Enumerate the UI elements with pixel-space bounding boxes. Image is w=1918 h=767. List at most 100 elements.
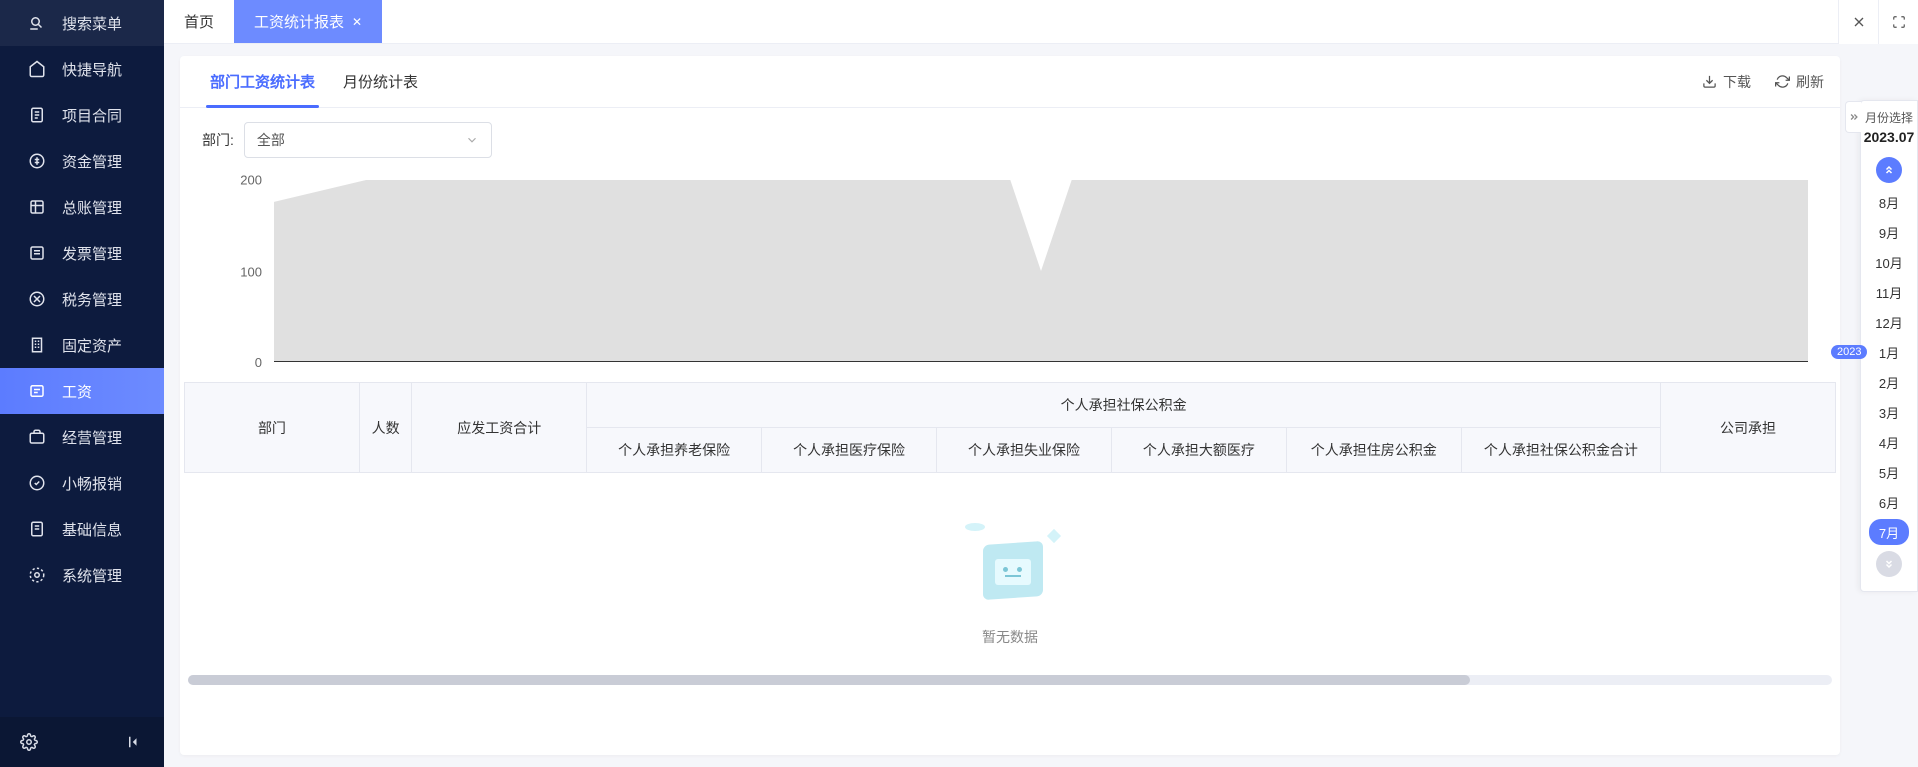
col-count: 人数 <box>359 383 411 473</box>
inner-tab-0[interactable]: 部门工资统计表 <box>196 56 329 108</box>
sidebar-item-11[interactable]: 基础信息 <box>0 506 164 552</box>
salary-icon <box>26 380 48 402</box>
col-group-personal: 个人承担社保公积金 <box>587 383 1661 428</box>
reimburse-icon <box>26 472 48 494</box>
month-option-5月[interactable]: 5月 <box>1869 459 1909 485</box>
sidebar-item-label: 税务管理 <box>62 289 122 310</box>
sidebar-items: 搜索菜单快捷导航项目合同资金管理总账管理发票管理税务管理固定资产工资经营管理小畅… <box>0 0 164 717</box>
sidebar-item-7[interactable]: 固定资产 <box>0 322 164 368</box>
filter-row: 部门: 全部 <box>180 108 1840 172</box>
scrollbar-thumb[interactable] <box>188 675 1470 685</box>
col-group-5: 个人承担社保公积金合计 <box>1461 428 1660 473</box>
sidebar-item-label: 小畅报销 <box>62 473 122 494</box>
col-group-2: 个人承担失业保险 <box>937 428 1112 473</box>
month-panel-selected: 2023.07 <box>1864 129 1915 145</box>
chart-plot <box>274 172 1808 372</box>
col-dept: 部门 <box>185 383 360 473</box>
search-list-icon <box>26 12 48 34</box>
sidebar-item-12[interactable]: 系统管理 <box>0 552 164 598</box>
sidebar-item-3[interactable]: 资金管理 <box>0 138 164 184</box>
chart-baseline <box>274 361 1808 362</box>
horizontal-scrollbar[interactable] <box>188 675 1832 685</box>
month-panel: 月份选择 2023.07 8月 9月 10月 11月 12月 1月2023 2月 3月 4月 5月… <box>1860 100 1918 592</box>
sidebar-item-label: 固定资产 <box>62 335 122 356</box>
tax-icon <box>26 288 48 310</box>
sidebar-item-6[interactable]: 税务管理 <box>0 276 164 322</box>
month-option-11月[interactable]: 11月 <box>1869 279 1909 305</box>
month-option-9月[interactable]: 9月 <box>1869 219 1909 245</box>
month-panel-title: 月份选择 <box>1865 109 1913 126</box>
sidebar-item-label: 发票管理 <box>62 243 122 264</box>
table-wrap[interactable]: 部门 人数 应发工资合计 个人承担社保公积金 公司承担 个人承担养老保险个人承担… <box>184 382 1836 667</box>
month-option-2月[interactable]: 2月 <box>1869 369 1909 395</box>
sidebar-item-8[interactable]: 工资 <box>0 368 164 414</box>
sidebar-item-label: 项目合同 <box>62 105 122 126</box>
tab-0[interactable]: 首页 <box>164 0 234 43</box>
month-panel-collapse[interactable] <box>1845 101 1861 133</box>
chevron-down-icon <box>465 133 479 147</box>
col-gross: 应发工资合计 <box>412 383 587 473</box>
month-next-button[interactable] <box>1876 551 1902 577</box>
chart-area-fill <box>274 180 1808 362</box>
chart-ytick: 200 <box>202 173 262 188</box>
system-icon <box>26 564 48 586</box>
month-prev-button[interactable] <box>1876 157 1902 183</box>
tab-label: 首页 <box>184 11 214 32</box>
sidebar-item-9[interactable]: 经营管理 <box>0 414 164 460</box>
home-icon <box>26 58 48 80</box>
invoice-icon <box>26 242 48 264</box>
month-option-12月[interactable]: 12月 <box>1869 309 1909 335</box>
refresh-button[interactable]: 刷新 <box>1775 72 1824 92</box>
col-group-3: 个人承担大额医疗 <box>1111 428 1286 473</box>
month-option-7月[interactable]: 7月 <box>1869 519 1909 545</box>
year-badge: 2023 <box>1831 345 1867 359</box>
sidebar-item-4[interactable]: 总账管理 <box>0 184 164 230</box>
sidebar-item-label: 快捷导航 <box>62 59 122 80</box>
topright-buttons <box>1838 0 1918 44</box>
refresh-label: 刷新 <box>1796 72 1824 92</box>
fullscreen-button[interactable] <box>1878 0 1918 44</box>
sidebar-item-label: 基础信息 <box>62 519 122 540</box>
inner-tab-1[interactable]: 月份统计表 <box>329 56 432 108</box>
ledger-icon <box>26 196 48 218</box>
empty-state: 暂无数据 <box>184 473 1836 667</box>
sidebar-item-0[interactable]: 搜索菜单 <box>0 0 164 46</box>
money-icon <box>26 150 48 172</box>
download-icon <box>1702 74 1717 89</box>
tab-label: 工资统计报表 <box>254 11 344 32</box>
info-icon <box>26 518 48 540</box>
month-option-6月[interactable]: 6月 <box>1869 489 1909 515</box>
month-option-10月[interactable]: 10月 <box>1869 249 1909 275</box>
sidebar-item-label: 经营管理 <box>62 427 122 448</box>
download-button[interactable]: 下载 <box>1702 72 1751 92</box>
chart-ytick: 100 <box>202 265 262 280</box>
refresh-icon <box>1775 74 1790 89</box>
tab-1[interactable]: 工资统计报表 ✕ <box>234 0 382 43</box>
chart: 200 100 0 <box>202 172 1818 372</box>
month-option-4月[interactable]: 4月 <box>1869 429 1909 455</box>
sidebar-item-label: 搜索菜单 <box>62 13 122 34</box>
dept-select[interactable]: 全部 <box>244 122 492 158</box>
close-all-tabs-button[interactable] <box>1838 0 1878 44</box>
col-group-4: 个人承担住房公积金 <box>1286 428 1461 473</box>
sidebar-item-10[interactable]: 小畅报销 <box>0 460 164 506</box>
collapse-sidebar-icon[interactable] <box>126 733 144 751</box>
sidebar-item-label: 总账管理 <box>62 197 122 218</box>
settings-icon[interactable] <box>20 733 38 751</box>
month-option-3月[interactable]: 3月 <box>1869 399 1909 425</box>
sidebar-item-5[interactable]: 发票管理 <box>0 230 164 276</box>
close-icon[interactable]: ✕ <box>352 15 362 29</box>
inner-toolbar: 下载 刷新 <box>1702 72 1824 92</box>
empty-text: 暂无数据 <box>982 627 1038 647</box>
content-card: 部门工资统计表月份统计表 下载 刷新 部门: 全部 200 100 0 <box>180 56 1840 755</box>
sidebar-item-label: 工资 <box>62 381 92 402</box>
month-option-1月[interactable]: 1月2023 <box>1869 339 1909 365</box>
salary-table: 部门 人数 应发工资合计 个人承担社保公积金 公司承担 个人承担养老保险个人承担… <box>184 382 1836 473</box>
document-icon <box>26 104 48 126</box>
month-option-8月[interactable]: 8月 <box>1869 189 1909 215</box>
sidebar-item-label: 资金管理 <box>62 151 122 172</box>
sidebar-footer <box>0 717 164 767</box>
sidebar-item-2[interactable]: 项目合同 <box>0 92 164 138</box>
dept-filter-label: 部门: <box>202 130 234 150</box>
sidebar-item-1[interactable]: 快捷导航 <box>0 46 164 92</box>
